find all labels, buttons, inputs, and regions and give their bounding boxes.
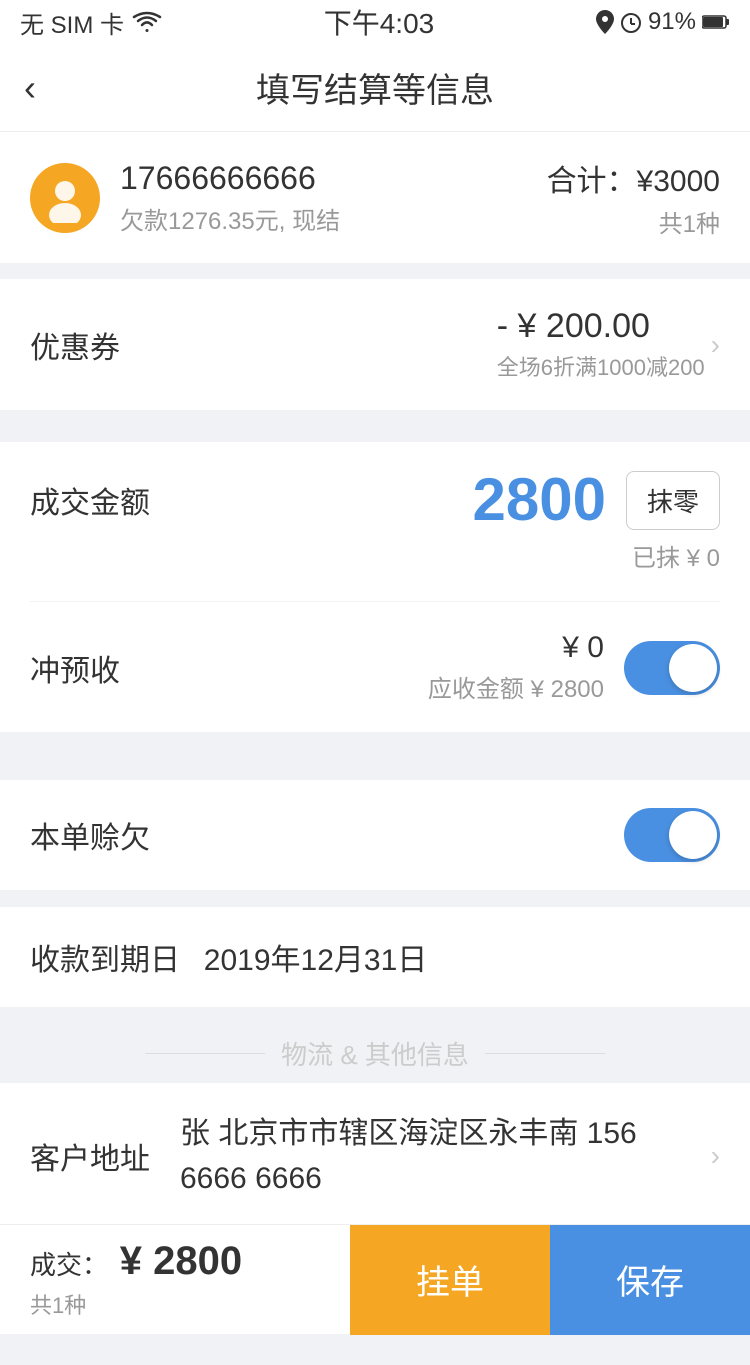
bottom-deal-row: 成交： ¥ 2800 <box>30 1239 320 1284</box>
pre-receive-section: 冲预收 ¥ 0 应收金额 ¥ 2800 <box>0 603 750 732</box>
address-chevron-icon: › <box>711 1140 720 1172</box>
logistics-line-right <box>485 1053 605 1054</box>
coupon-amount: - ¥ 200.00 <box>497 307 705 346</box>
logistics-divider: 物流 & 其他信息 <box>0 1023 750 1083</box>
deal-section: 成交金额 2800 抹零 已抹 ¥ 0 冲预收 ¥ 0 应收金额 ¥ 2800 <box>0 442 750 732</box>
logistics-line-left <box>145 1053 265 1054</box>
bottom-deal-amount: ¥ 2800 <box>120 1239 242 1283</box>
logistics-text: 物流 & 其他信息 <box>145 1035 605 1072</box>
address-value: 张 北京市市辖区海淀区永丰南 156 6666 6666 <box>180 1111 701 1201</box>
save-button[interactable]: 保存 <box>550 1225 750 1335</box>
battery-percent: 91% <box>648 8 696 36</box>
deal-right: 2800 抹零 <box>473 470 721 530</box>
total-count: 共1种 <box>547 204 720 239</box>
due-date-label: 收款到期日 <box>30 944 180 977</box>
location-icon <box>596 10 614 34</box>
nav-bar: ‹ 填写结算等信息 <box>0 44 750 132</box>
avatar-icon <box>40 173 90 223</box>
inner-divider <box>30 601 720 602</box>
section-divider-2 <box>0 748 750 764</box>
deal-amount-row: 成交金额 2800 抹零 已抹 ¥ 0 <box>0 442 750 601</box>
wifi-icon <box>132 11 162 33</box>
round-zero-button[interactable]: 抹零 <box>626 471 720 530</box>
status-time: 下午4:03 <box>324 2 435 42</box>
address-label: 客户地址 <box>30 1134 150 1178</box>
deal-amount: 2800 <box>473 470 606 530</box>
pre-receive-label: 冲预收 <box>30 646 120 690</box>
toggle-knob <box>669 644 717 692</box>
back-button[interactable]: ‹ <box>24 67 36 109</box>
due-date-value: 2019年12月31日 <box>204 944 427 977</box>
credit-label: 本单赊欠 <box>30 813 150 857</box>
due-date-section: 收款到期日 2019年12月31日 <box>0 906 750 1007</box>
customer-details: 17666666666 欠款1276.35元, 现结 <box>120 160 340 236</box>
credit-section: 本单赊欠 <box>0 780 750 890</box>
coupon-desc: 全场6折满1000减200 <box>497 350 705 382</box>
coupon-label: 优惠券 <box>30 323 120 367</box>
customer-info-card: 17666666666 欠款1276.35元, 现结 合计：¥3000 共1种 <box>0 132 750 263</box>
no-sim-text: 无 SIM 卡 <box>20 5 124 40</box>
pre-receive-sub: 应收金额 ¥ 2800 <box>428 669 604 704</box>
page-title: 填写结算等信息 <box>256 63 494 112</box>
deal-label: 成交金额 <box>30 478 150 522</box>
battery-icon <box>702 14 730 30</box>
credit-toggle-knob <box>669 811 717 859</box>
status-right: 91% <box>596 8 730 36</box>
bottom-bar: 成交： ¥ 2800 共1种 挂单 保存 <box>0 1224 750 1334</box>
section-divider-1 <box>0 426 750 442</box>
address-section[interactable]: 客户地址 张 北京市市辖区海淀区永丰南 156 6666 6666 › <box>0 1083 750 1229</box>
customer-total: 合计：¥3000 共1种 <box>547 156 720 239</box>
pre-receive-amount: ¥ 0 <box>428 631 604 665</box>
hang-order-button[interactable]: 挂单 <box>350 1225 550 1335</box>
bottom-count: 共1种 <box>30 1288 320 1320</box>
logistics-label: 物流 & 其他信息 <box>281 1035 469 1072</box>
credit-toggle[interactable] <box>624 808 720 862</box>
customer-sub-info: 欠款1276.35元, 现结 <box>120 201 340 236</box>
coupon-chevron-icon: › <box>711 329 720 361</box>
coupon-row[interactable]: 优惠券 - ¥ 200.00 全场6折满1000减200 › <box>0 279 750 410</box>
status-bar: 无 SIM 卡 下午4:03 91% <box>0 0 750 44</box>
customer-left: 17666666666 欠款1276.35元, 现结 <box>30 160 340 236</box>
total-amount: 合计：¥3000 <box>547 156 720 200</box>
status-left: 无 SIM 卡 <box>20 5 162 40</box>
pre-receive-right: ¥ 0 应收金额 ¥ 2800 <box>428 631 720 704</box>
bottom-deal-label: 成交： <box>30 1250 108 1280</box>
bottom-summary: 成交： ¥ 2800 共1种 <box>0 1239 350 1320</box>
customer-phone: 17666666666 <box>120 160 340 197</box>
alarm-icon <box>620 10 642 34</box>
avatar <box>30 163 100 233</box>
content: 17666666666 欠款1276.35元, 现结 合计：¥3000 共1种 … <box>0 132 750 1365</box>
pre-receive-toggle[interactable] <box>624 641 720 695</box>
deal-sub-info: 已抹 ¥ 0 <box>30 538 720 573</box>
